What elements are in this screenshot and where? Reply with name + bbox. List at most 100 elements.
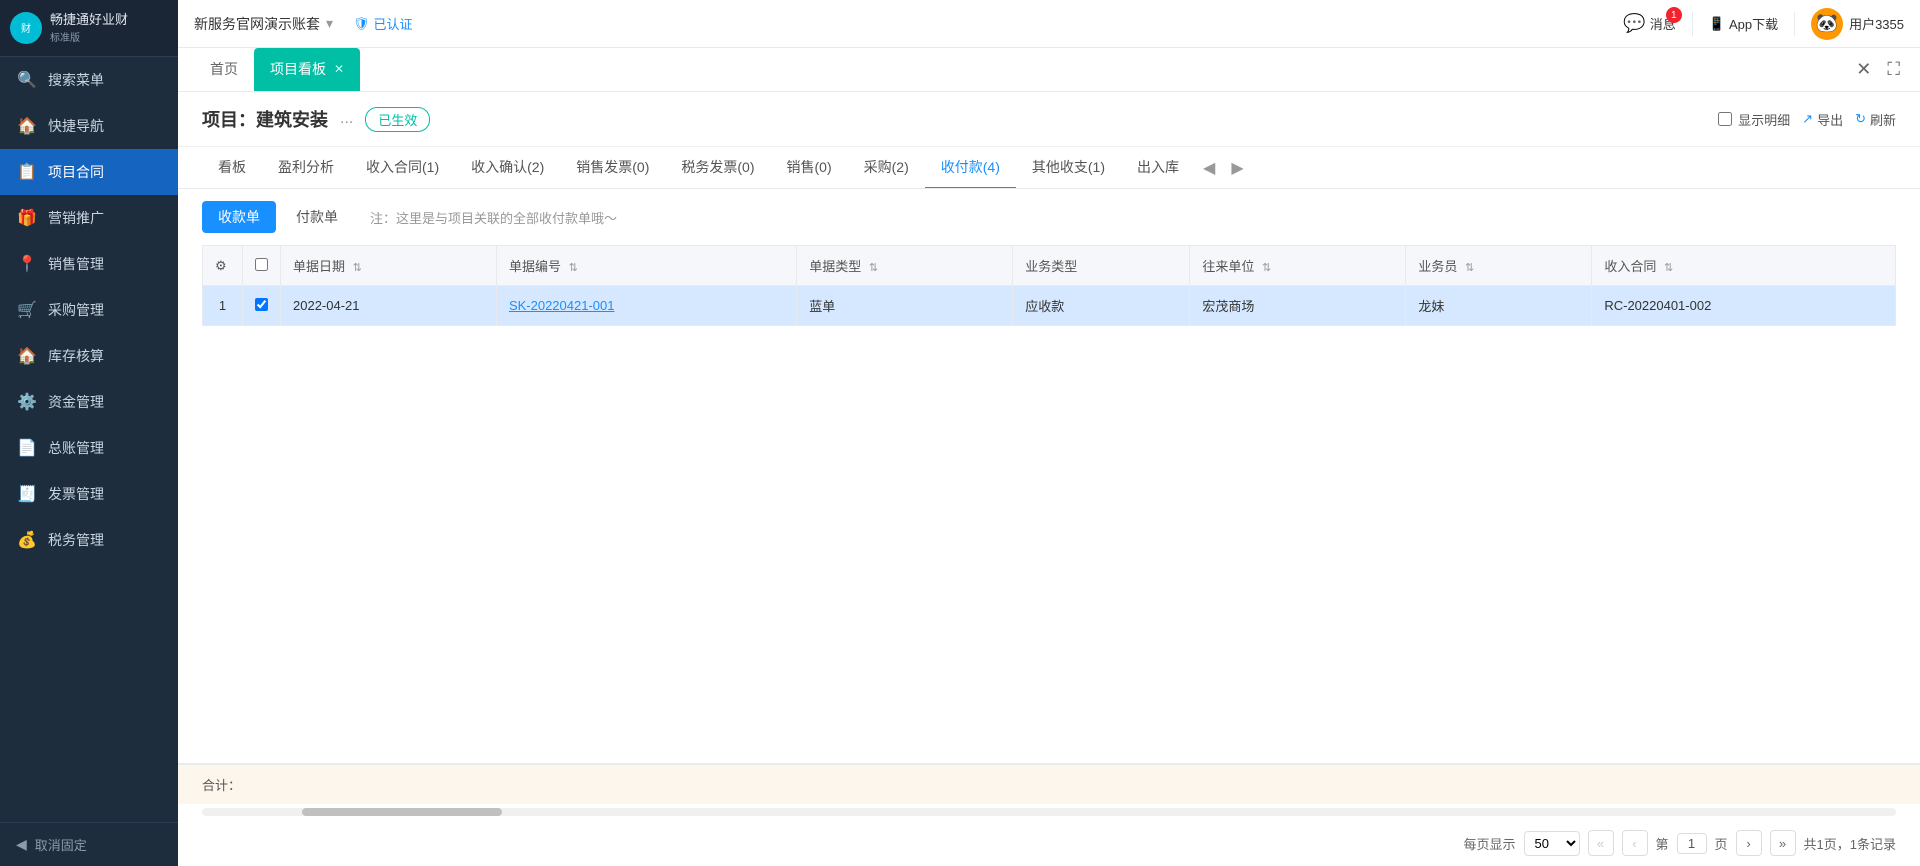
th-number[interactable]: 单据编号 ⇅ [496,246,796,286]
sidebar-item-ledger[interactable]: 📄 总账管理 [0,425,178,471]
first-page-button[interactable]: « [1588,830,1614,856]
topbar-project[interactable]: 新服务官网演示账套 ▾ [194,14,333,34]
th-settings[interactable]: ⚙ [203,246,243,286]
nav-tab-purchase[interactable]: 采购(2) [848,147,925,189]
per-page-select[interactable]: 50 20 100 [1524,831,1580,856]
divider2 [1794,12,1795,36]
nav-next-arrow[interactable]: ▶ [1223,148,1251,188]
app-logo: 财 [10,12,42,44]
tab-home[interactable]: 首页 [194,48,254,91]
user-menu[interactable]: 🐼 用户3355 [1811,8,1904,40]
sidebar-unpin[interactable]: ◀ 取消固定 [0,822,178,866]
settings-icon[interactable]: ⚙ [215,258,227,273]
th-checkbox[interactable] [243,246,281,286]
sidebar-item-label: 营销推广 [48,208,104,228]
project-name: 建筑安装 [256,106,328,132]
nav-tab-income-contract[interactable]: 收入合同(1) [350,147,455,189]
sidebar-item-label: 项目合同 [48,162,104,182]
pagination: 每页显示 50 20 100 « ‹ 第 1 页 › » 共1页，1条记录 [178,820,1920,866]
sidebar-item-tax[interactable]: 💰 税务管理 [0,517,178,563]
sidebar-footer-label: 取消固定 [35,835,87,854]
export-button[interactable]: ↗ 导出 [1802,110,1843,129]
sidebar-item-funds[interactable]: ⚙️ 资金管理 [0,379,178,425]
nav-tab-tax-invoice[interactable]: 税务发票(0) [665,147,770,189]
sidebar-item-invoice[interactable]: 🧾 发票管理 [0,471,178,517]
sidebar-item-label: 采购管理 [48,300,104,320]
th-date[interactable]: 单据日期 ⇅ [281,246,497,286]
sidebar-item-label: 销售管理 [48,254,104,274]
home-icon: 🏠 [16,115,38,137]
td-seq: 1 [203,286,243,326]
nav-tab-income-confirm[interactable]: 收入确认(2) [455,147,560,189]
app-download-label: App下载 [1729,14,1778,33]
show-detail-input[interactable] [1718,112,1732,126]
sidebar-item-contract[interactable]: 📋 项目合同 [0,149,178,195]
current-page: 1 [1677,833,1707,854]
search-icon: 🔍 [16,69,38,91]
topbar-project-name: 新服务官网演示账套 [194,14,320,34]
topbar-cert: 🛡 已认证 [353,14,413,33]
message-icon: 💬 [1623,13,1645,34]
sidebar-item-search[interactable]: 🔍 搜索菜单 [0,57,178,103]
nav-tab-other-expense[interactable]: 其他收支(1) [1016,147,1121,189]
tab-kanban[interactable]: 项目看板 ✕ [254,48,360,91]
funds-icon: ⚙️ [16,391,38,413]
sidebar-item-label: 库存核算 [48,346,104,366]
topbar: 新服务官网演示账套 ▾ 🛡 已认证 💬 消息 1 📱 App下载 🐼 用户335… [178,0,1920,48]
td-date: 2022-04-21 [281,286,497,326]
sidebar-item-purchase[interactable]: 🛒 采购管理 [0,287,178,333]
select-all-checkbox[interactable] [255,258,268,271]
tax-icon: 💰 [16,529,38,551]
topbar-right: 💬 消息 1 📱 App下载 🐼 用户3355 [1623,8,1904,40]
marketing-icon: 🎁 [16,207,38,229]
data-table: ⚙ 单据日期 ⇅ 单据编号 ⇅ [202,245,1896,326]
nav-tab-sales[interactable]: 销售(0) [771,147,848,189]
nav-tab-receipts[interactable]: 收付款(4) [925,147,1016,189]
td-partner: 宏茂商场 [1190,286,1406,326]
close-window-button[interactable]: ✕ [1852,55,1875,84]
sidebar-scroll: 🔍 搜索菜单 🏠 快捷导航 📋 项目合同 🎁 营销推广 📍 销售管理 🛒 采购管… [0,57,178,822]
message-badge: 1 [1666,7,1682,23]
prev-page-button[interactable]: ‹ [1622,830,1648,856]
td-checkbox[interactable] [243,286,281,326]
sidebar-item-quicknav[interactable]: 🏠 快捷导航 [0,103,178,149]
record-link[interactable]: SK-20220421-001 [509,298,615,313]
refresh-button[interactable]: ↻ 刷新 [1855,110,1896,129]
sub-tab-receipt[interactable]: 收款单 [202,201,276,233]
project-more-button[interactable]: ... [340,110,353,128]
app-edition: 标准版 [50,29,128,44]
project-header: 项目： 建筑安装 ... 已生效 显示明细 ↗ 导出 ↻ 刷新 [178,92,1920,147]
table-row[interactable]: 1 2022-04-21 SK-20220421-001 蓝单 应收款 宏茂商场… [203,286,1896,326]
th-partner[interactable]: 往来单位 ⇅ [1190,246,1406,286]
nav-prev-arrow[interactable]: ◀ [1195,148,1223,188]
row-checkbox[interactable] [255,298,268,311]
nav-tab-inout[interactable]: 出入库 [1121,147,1195,189]
sub-tab-payment[interactable]: 付款单 [280,201,354,233]
th-income-contract[interactable]: 收入合同 ⇅ [1592,246,1896,286]
app-download-button[interactable]: 📱 App下载 [1709,14,1778,33]
scrollbar-container[interactable] [178,804,1920,820]
show-detail-checkbox[interactable]: 显示明细 [1718,110,1790,129]
nav-tab-kanban[interactable]: 看板 [202,147,262,189]
pagination-info: 共1页，1条记录 [1804,834,1896,853]
tab-kanban-label: 项目看板 [270,59,326,79]
th-type[interactable]: 单据类型 ⇅ [797,246,1013,286]
sidebar-item-marketing[interactable]: 🎁 营销推广 [0,195,178,241]
scrollbar-thumb[interactable] [302,808,502,816]
unpin-icon: ◀ [16,836,27,853]
last-page-button[interactable]: » [1770,830,1796,856]
nav-tab-sales-invoice[interactable]: 销售发票(0) [560,147,665,189]
next-page-button[interactable]: › [1736,830,1762,856]
sidebar-item-sales[interactable]: 📍 销售管理 [0,241,178,287]
sidebar-item-inventory[interactable]: 🏠 库存核算 [0,333,178,379]
show-detail-label: 显示明细 [1738,110,1790,129]
th-salesperson[interactable]: 业务员 ⇅ [1406,246,1592,286]
td-number[interactable]: SK-20220421-001 [496,286,796,326]
message-button[interactable]: 💬 消息 1 [1623,13,1675,34]
main-content: 新服务官网演示账套 ▾ 🛡 已认证 💬 消息 1 📱 App下载 🐼 用户335… [178,0,1920,866]
tabbar: 首页 项目看板 ✕ ✕ ⛶ [178,48,1920,92]
maximize-window-button[interactable]: ⛶ [1883,55,1904,84]
nav-tab-profit[interactable]: 盈利分析 [262,147,350,189]
sidebar-item-label: 快捷导航 [48,116,104,136]
tab-close-icon[interactable]: ✕ [334,62,344,76]
